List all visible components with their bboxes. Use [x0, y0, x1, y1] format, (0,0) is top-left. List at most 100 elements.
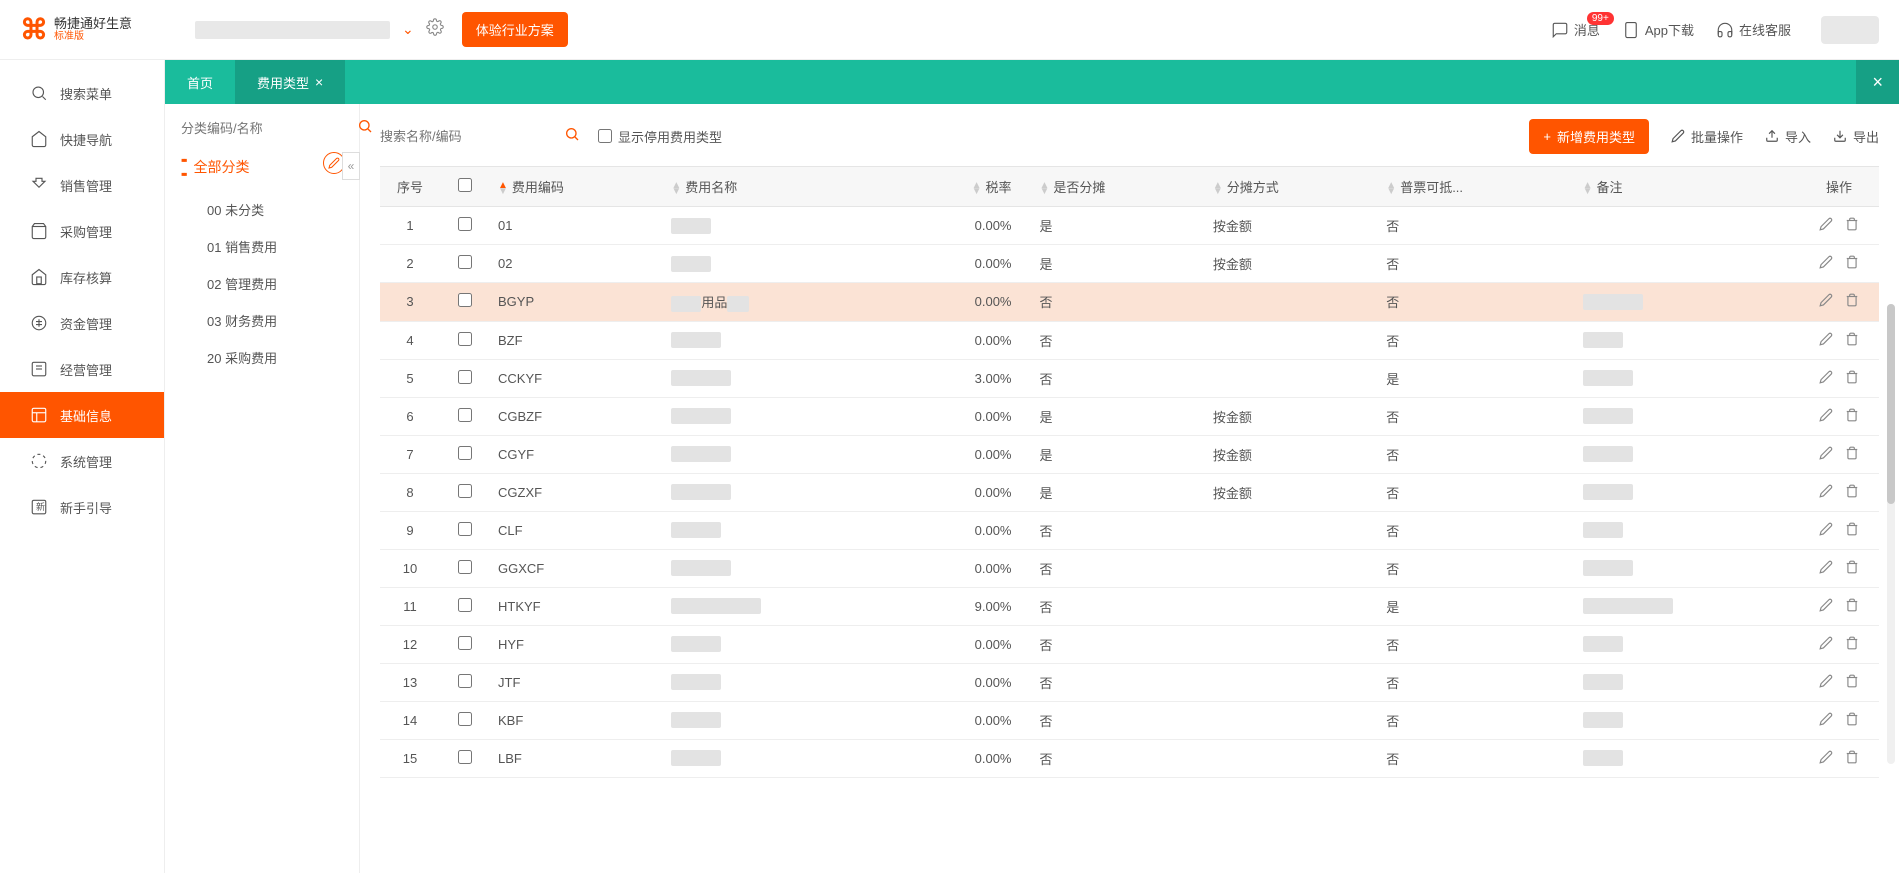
sidebar-item-basedata[interactable]: 基础信息: [0, 392, 164, 438]
category-item[interactable]: 02 管理费用: [207, 265, 343, 302]
col-rate[interactable]: ▲▼税率: [888, 167, 1032, 207]
edit-icon[interactable]: [1819, 750, 1833, 767]
table-row[interactable]: 13JTF0.00%否否: [380, 663, 1879, 701]
edit-icon[interactable]: [1819, 712, 1833, 729]
delete-icon[interactable]: [1845, 484, 1859, 501]
col-invoice[interactable]: ▲▼普票可抵...: [1378, 167, 1574, 207]
edit-icon[interactable]: [1819, 255, 1833, 272]
col-share[interactable]: ▲▼是否分摊: [1032, 167, 1205, 207]
edit-icon[interactable]: [1819, 446, 1833, 463]
table-row[interactable]: 11HTKYF9.00%否是: [380, 587, 1879, 625]
row-checkbox[interactable]: [458, 750, 472, 764]
sidebar-item-sales[interactable]: 销售管理: [0, 162, 164, 208]
table-row[interactable]: 6CGBZF0.00%是按金额否: [380, 397, 1879, 435]
table-row[interactable]: 3BGYP用品0.00%否否: [380, 283, 1879, 322]
edit-icon[interactable]: [1819, 674, 1833, 691]
edit-icon[interactable]: [1819, 293, 1833, 310]
col-remark[interactable]: ▲▼备注: [1575, 167, 1799, 207]
close-icon[interactable]: ×: [315, 74, 323, 90]
delete-icon[interactable]: [1845, 370, 1859, 387]
category-search-input[interactable]: [181, 121, 357, 136]
delete-icon[interactable]: [1845, 217, 1859, 234]
edit-icon[interactable]: [1819, 217, 1833, 234]
checkbox[interactable]: [598, 129, 612, 143]
edit-icon[interactable]: [1819, 484, 1833, 501]
category-item[interactable]: 03 财务费用: [207, 302, 343, 339]
col-code[interactable]: ▲▼费用编码: [490, 167, 663, 207]
customer-service-link[interactable]: 在线客服: [1716, 20, 1791, 39]
table-row[interactable]: 8CGZXF0.00%是按金额否: [380, 473, 1879, 511]
row-checkbox[interactable]: [458, 408, 472, 422]
add-expense-type-button[interactable]: +新增费用类型: [1529, 119, 1649, 154]
messages-link[interactable]: 消息 99+: [1551, 20, 1600, 39]
row-checkbox[interactable]: [458, 560, 472, 574]
row-checkbox[interactable]: [458, 484, 472, 498]
row-checkbox[interactable]: [458, 370, 472, 384]
table-row[interactable]: 1010.00%是按金额否: [380, 207, 1879, 245]
edit-icon[interactable]: [1819, 370, 1833, 387]
delete-icon[interactable]: [1845, 255, 1859, 272]
delete-icon[interactable]: [1845, 293, 1859, 310]
table-row[interactable]: 2020.00%是按金额否: [380, 245, 1879, 283]
delete-icon[interactable]: [1845, 750, 1859, 767]
edit-icon[interactable]: [1819, 636, 1833, 653]
show-disabled-checkbox[interactable]: 显示停用费用类型: [598, 127, 722, 146]
delete-icon[interactable]: [1845, 636, 1859, 653]
sidebar-item-funds[interactable]: 资金管理: [0, 300, 164, 346]
category-item[interactable]: 01 销售费用: [207, 228, 343, 265]
category-item[interactable]: 00 未分类: [207, 191, 343, 228]
scrollbar[interactable]: [1887, 304, 1895, 764]
org-selector[interactable]: ⌄: [195, 18, 462, 41]
delete-icon[interactable]: [1845, 674, 1859, 691]
batch-action-link[interactable]: 批量操作: [1671, 127, 1743, 146]
row-checkbox[interactable]: [458, 293, 472, 307]
import-link[interactable]: 导入: [1765, 127, 1811, 146]
sidebar-item-operation[interactable]: 经营管理: [0, 346, 164, 392]
tab-expense-type[interactable]: 费用类型×: [235, 60, 345, 104]
table-search-input[interactable]: [380, 129, 564, 144]
table-row[interactable]: 9CLF0.00%否否: [380, 511, 1879, 549]
tab-home[interactable]: 首页: [165, 60, 235, 104]
col-method[interactable]: ▲▼分摊方式: [1205, 167, 1378, 207]
table-row[interactable]: 4BZF0.00%否否: [380, 321, 1879, 359]
delete-icon[interactable]: [1845, 332, 1859, 349]
select-all-checkbox[interactable]: [458, 178, 472, 192]
edit-icon[interactable]: [1819, 522, 1833, 539]
edit-icon[interactable]: [1819, 560, 1833, 577]
search-icon[interactable]: [564, 126, 580, 147]
delete-icon[interactable]: [1845, 408, 1859, 425]
export-link[interactable]: 导出: [1833, 127, 1879, 146]
row-checkbox[interactable]: [458, 598, 472, 612]
delete-icon[interactable]: [1845, 522, 1859, 539]
sidebar-item-inventory[interactable]: 库存核算: [0, 254, 164, 300]
avatar[interactable]: [1821, 16, 1879, 44]
sidebar-item-system[interactable]: 系统管理: [0, 438, 164, 484]
delete-icon[interactable]: [1845, 560, 1859, 577]
table-row[interactable]: 5CCKYF3.00%否是: [380, 359, 1879, 397]
sidebar-item-purchase[interactable]: 采购管理: [0, 208, 164, 254]
row-checkbox[interactable]: [458, 217, 472, 231]
delete-icon[interactable]: [1845, 446, 1859, 463]
row-checkbox[interactable]: [458, 255, 472, 269]
row-checkbox[interactable]: [458, 712, 472, 726]
table-row[interactable]: 12HYF0.00%否否: [380, 625, 1879, 663]
table-row[interactable]: 10GGXCF0.00%否否: [380, 549, 1879, 587]
edit-icon[interactable]: [1819, 408, 1833, 425]
table-row[interactable]: 14KBF0.00%否否: [380, 701, 1879, 739]
row-checkbox[interactable]: [458, 522, 472, 536]
collapse-panel-icon[interactable]: «: [342, 152, 360, 180]
table-row[interactable]: 7CGYF0.00%是按金额否: [380, 435, 1879, 473]
category-item[interactable]: 20 采购费用: [207, 339, 343, 376]
edit-icon[interactable]: [1819, 598, 1833, 615]
sidebar-item-guide[interactable]: 新新手引导: [0, 484, 164, 530]
delete-icon[interactable]: [1845, 712, 1859, 729]
sidebar-item-quicknav[interactable]: 快捷导航: [0, 116, 164, 162]
delete-icon[interactable]: [1845, 598, 1859, 615]
sidebar-item-search[interactable]: 搜索菜单: [0, 70, 164, 116]
gear-icon[interactable]: [426, 18, 444, 41]
edit-icon[interactable]: [1819, 332, 1833, 349]
category-all[interactable]: ▪▪▪▪ 全部分类: [181, 153, 343, 181]
col-index[interactable]: 序号: [380, 167, 440, 207]
tab-bar-close-icon[interactable]: ×: [1856, 60, 1899, 104]
table-row[interactable]: 15LBF0.00%否否: [380, 739, 1879, 777]
